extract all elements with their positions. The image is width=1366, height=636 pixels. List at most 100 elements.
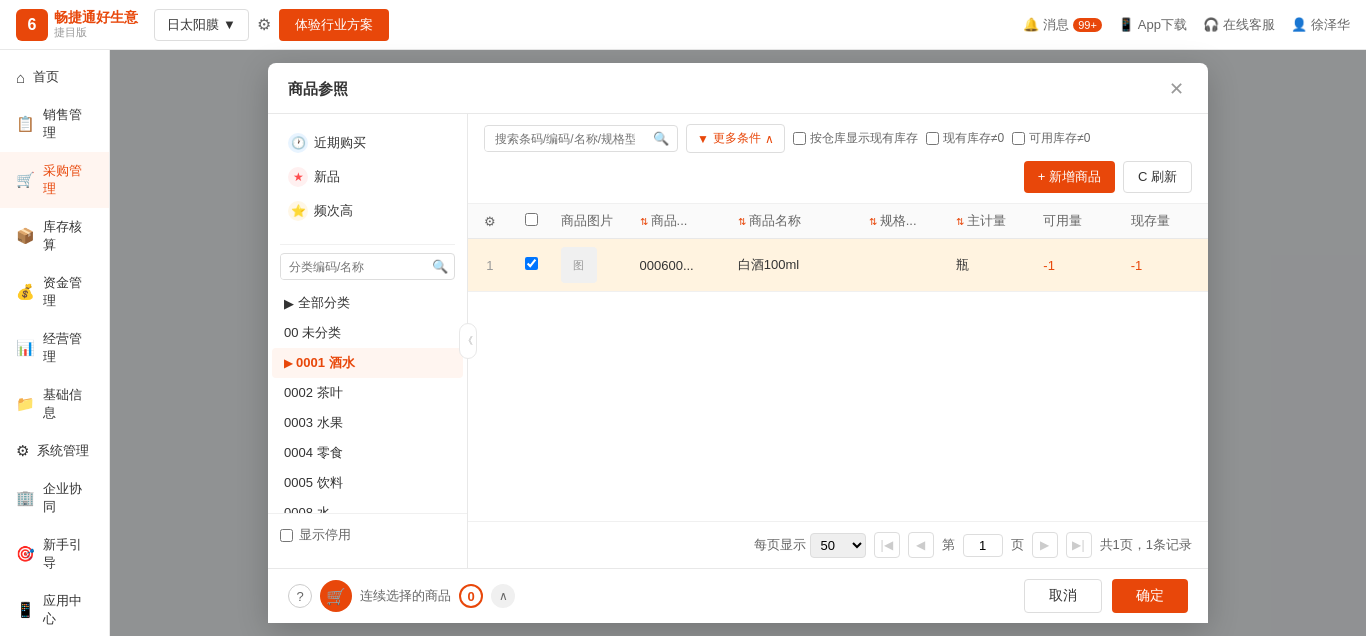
- user-profile[interactable]: 👤 徐泽华: [1291, 16, 1350, 34]
- trial-button[interactable]: 体验行业方案: [279, 9, 389, 41]
- sidebar-item-base[interactable]: 📁 基础信息: [0, 376, 109, 432]
- td-unit: 瓶: [946, 239, 1033, 292]
- gear-icon[interactable]: ⚙: [257, 15, 271, 34]
- content-area: 商品参照 ✕ 🕐 近期购买 ★ 新: [110, 50, 1366, 636]
- bell-icon: 🔔: [1023, 17, 1039, 32]
- add-product-button[interactable]: + 新增商品: [1024, 161, 1115, 193]
- category-item-0001[interactable]: ▶ 0001 酒水: [272, 348, 463, 378]
- sidebar-item-apps[interactable]: 📱 应用中心: [0, 582, 109, 636]
- confirm-button[interactable]: 确定: [1112, 579, 1188, 613]
- chevron-down-icon: ▼: [223, 17, 236, 32]
- th-settings[interactable]: ⚙: [468, 204, 512, 239]
- quick-item-freq[interactable]: ⭐ 频次高: [280, 194, 455, 228]
- headset-icon: 🎧: [1203, 17, 1219, 32]
- first-page-button[interactable]: |◀: [874, 532, 900, 558]
- th-unit[interactable]: ⇅ 主计量: [946, 204, 1033, 239]
- available-checkbox[interactable]: [926, 132, 939, 145]
- page-size-select[interactable]: 50 100 200: [810, 533, 866, 558]
- product-table-container: ⚙ 商品图片 ⇅ 商品...: [468, 204, 1208, 521]
- th-spec[interactable]: ⇅ 规格...: [859, 204, 946, 239]
- prev-page-button[interactable]: ◀: [908, 532, 934, 558]
- refresh-button[interactable]: C 刷新: [1123, 161, 1192, 193]
- sidebar-item-sales[interactable]: 📋 销售管理: [0, 96, 109, 152]
- collapse-left-panel-button[interactable]: 《: [459, 323, 477, 359]
- show-disabled-checkbox[interactable]: [280, 529, 293, 542]
- sidebar-item-inventory[interactable]: 📦 库存核算: [0, 208, 109, 264]
- inventory-icon: 📦: [16, 227, 35, 245]
- help-icon[interactable]: ?: [288, 584, 312, 608]
- category-item-0008[interactable]: 0008 水: [272, 498, 463, 513]
- category-tree: ▶ 全部分类 00 未分类 ▶ 0001 酒水 0002 茶: [268, 288, 467, 513]
- sidebar-item-system[interactable]: ⚙ 系统管理: [0, 432, 109, 470]
- td-available: -1: [1033, 239, 1120, 292]
- modal-footer: ? 🛒 连续选择的商品 0 ∧ 取消 确定: [268, 568, 1208, 623]
- category-item-00[interactable]: 00 未分类: [272, 318, 463, 348]
- base-icon: 📁: [16, 395, 35, 413]
- guide-icon: 🎯: [16, 545, 35, 563]
- quick-item-new[interactable]: ★ 新品: [280, 160, 455, 194]
- sidebar-item-operation[interactable]: 📊 经营管理: [0, 320, 109, 376]
- usable-checkbox[interactable]: [1012, 132, 1025, 145]
- recent-icon: 🕐: [288, 133, 308, 153]
- category-item-all[interactable]: ▶ 全部分类: [272, 288, 463, 318]
- sidebar-item-purchase[interactable]: 🛒 采购管理: [0, 152, 109, 208]
- modal-close-button[interactable]: ✕: [1164, 77, 1188, 101]
- cart-count: 0: [459, 584, 483, 608]
- top-nav: 6 畅捷通好生意 捷目版 日太阳膜 ▼ ⚙ 体验行业方案 🔔 消息 99+ 📱 …: [0, 0, 1366, 50]
- last-page-button[interactable]: ▶|: [1066, 532, 1092, 558]
- category-search-icon[interactable]: 🔍: [426, 254, 454, 279]
- warehouse-checkbox[interactable]: [793, 132, 806, 145]
- product-search-input[interactable]: [485, 127, 645, 151]
- page-number-input[interactable]: [963, 534, 1003, 557]
- online-service[interactable]: 🎧 在线客服: [1203, 16, 1275, 34]
- collapse-cart-button[interactable]: ∧: [491, 584, 515, 608]
- td-check[interactable]: [512, 239, 551, 292]
- sidebar-item-enterprise[interactable]: 🏢 企业协同: [0, 470, 109, 526]
- row-checkbox[interactable]: [525, 257, 538, 270]
- nav-dropdown[interactable]: 日太阳膜 ▼: [154, 9, 249, 41]
- modal-body: 🕐 近期购买 ★ 新品 ⭐ 频次高 《: [268, 114, 1208, 568]
- category-item-0005[interactable]: 0005 饮料: [272, 468, 463, 498]
- sales-icon: 📋: [16, 115, 35, 133]
- table-row[interactable]: 1 图 000600... 白酒100ml 瓶: [468, 239, 1208, 292]
- td-name: 白酒100ml: [728, 239, 859, 292]
- td-code: 000600...: [630, 239, 728, 292]
- category-item-0002[interactable]: 0002 茶叶: [272, 378, 463, 408]
- sort-icon: ⇅: [640, 216, 648, 227]
- sidebar-item-finance[interactable]: 💰 资金管理: [0, 264, 109, 320]
- sidebar-item-guide[interactable]: 🎯 新手引导: [0, 526, 109, 582]
- th-name[interactable]: ⇅ 商品名称: [728, 204, 859, 239]
- category-search-input[interactable]: [281, 255, 426, 279]
- sidebar-item-home[interactable]: ⌂ 首页: [0, 58, 109, 96]
- product-reference-modal: 商品参照 ✕ 🕐 近期购买 ★ 新: [268, 63, 1208, 623]
- category-item-0003[interactable]: 0003 水果: [272, 408, 463, 438]
- show-disabled-area: 显示停用: [268, 513, 467, 556]
- notifications[interactable]: 🔔 消息 99+: [1023, 16, 1102, 34]
- continuous-label: 连续选择的商品: [360, 587, 451, 605]
- notification-badge: 99+: [1073, 18, 1102, 32]
- search-icon[interactable]: 🔍: [645, 126, 677, 151]
- td-image: 图: [551, 239, 630, 292]
- next-page-button[interactable]: ▶: [1032, 532, 1058, 558]
- logo-icon: 6: [16, 9, 48, 41]
- cancel-button[interactable]: 取消: [1024, 579, 1102, 613]
- sidebar: ⌂ 首页 📋 销售管理 🛒 采购管理 📦 库存核算 💰 资金管理 📊 经营管理 …: [0, 50, 110, 636]
- product-table: ⚙ 商品图片 ⇅ 商品...: [468, 204, 1208, 292]
- main-layout: ⌂ 首页 📋 销售管理 🛒 采购管理 📦 库存核算 💰 资金管理 📊 经营管理 …: [0, 50, 1366, 636]
- td-stock: -1: [1121, 239, 1208, 292]
- td-seq: 1: [468, 239, 512, 292]
- select-all-checkbox[interactable]: [525, 213, 538, 226]
- operation-icon: 📊: [16, 339, 35, 357]
- pagination: 每页显示 50 100 200 |◀ ◀ 第 页: [468, 521, 1208, 568]
- app-download[interactable]: 📱 App下载: [1118, 16, 1187, 34]
- more-filter-button[interactable]: ▼ 更多条件 ∧: [686, 124, 785, 153]
- th-image: 商品图片: [551, 204, 630, 239]
- quick-item-recent[interactable]: 🕐 近期购买: [280, 126, 455, 160]
- quick-access: 🕐 近期购买 ★ 新品 ⭐ 频次高: [268, 126, 467, 236]
- category-item-0004[interactable]: 0004 零食: [272, 438, 463, 468]
- th-code[interactable]: ⇅ 商品...: [630, 204, 728, 239]
- modal-header: 商品参照 ✕: [268, 63, 1208, 114]
- right-panel: 🔍 ▼ 更多条件 ∧ 按仓库显示现有库存: [468, 114, 1208, 568]
- product-thumbnail: 图: [561, 247, 597, 283]
- user-icon: 👤: [1291, 17, 1307, 32]
